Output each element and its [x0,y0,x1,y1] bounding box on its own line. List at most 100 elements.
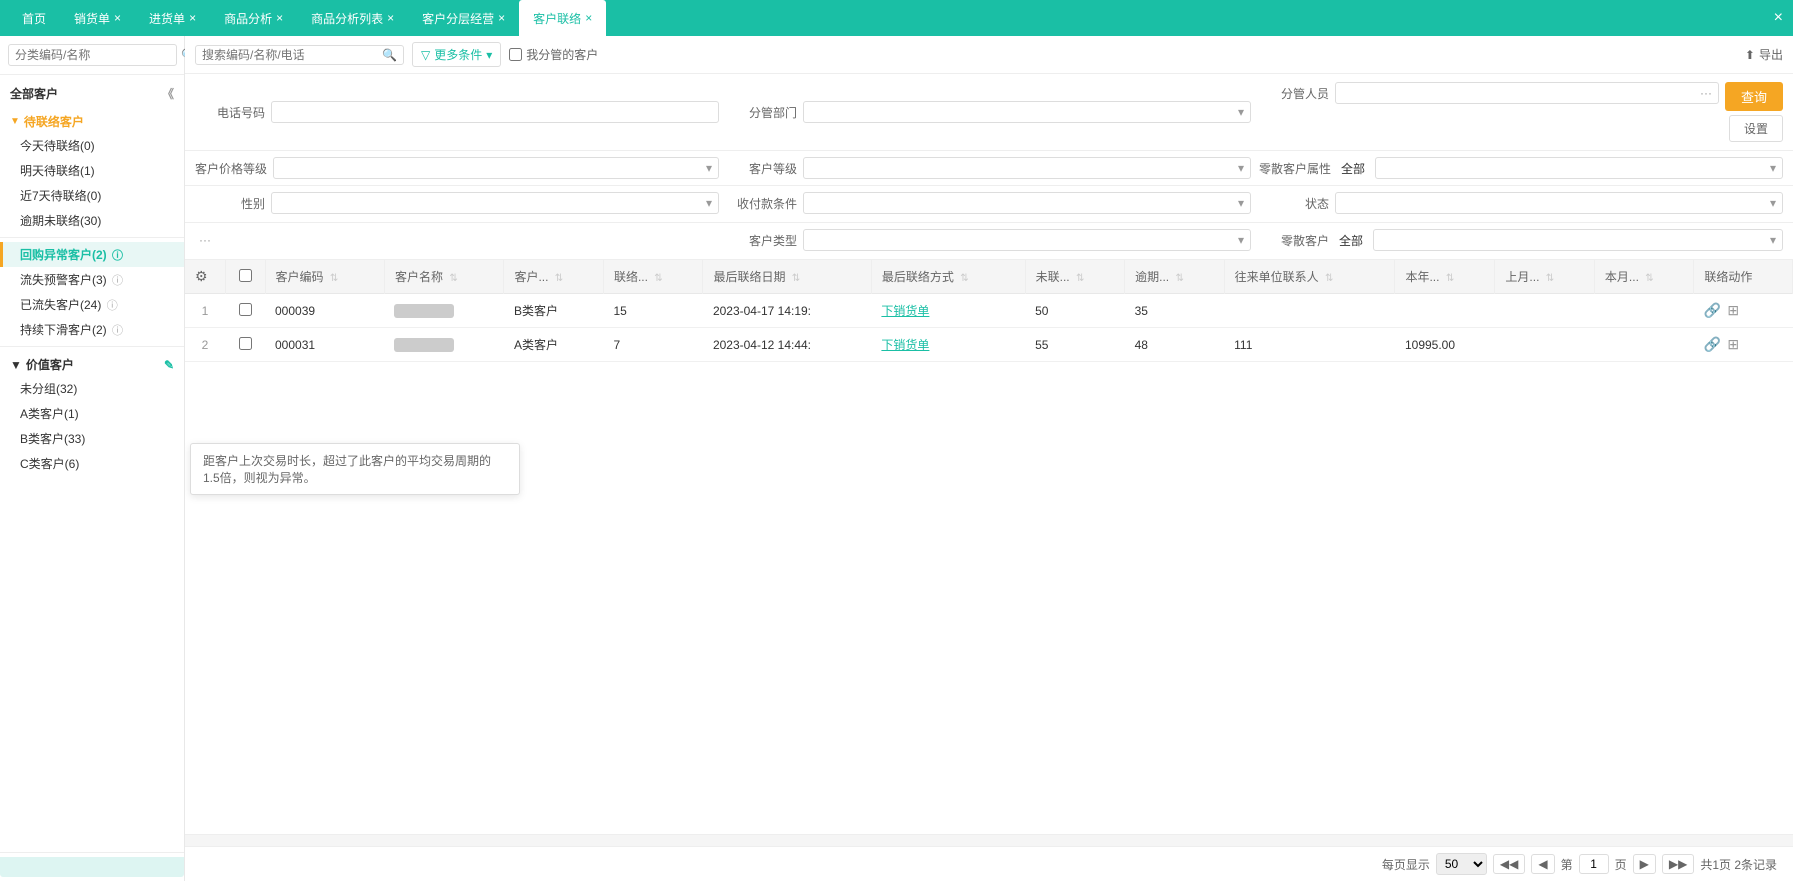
ellipsis-icon[interactable]: ··· [199,233,211,247]
col-this-month-label: 本月... [1605,270,1639,284]
sidebar-item-today[interactable]: 今天待联络(0) [0,133,184,158]
row1-link-icon[interactable]: 🔗 [1704,302,1721,319]
per-page-select[interactable]: 50 20 100 [1436,853,1487,875]
sidebar-item-ungroupe[interactable]: 未分组(32) [0,376,184,401]
status-label: 状态 [1259,195,1329,212]
filter-department: 分管部门 ▾ [727,82,1251,142]
row2-this-month [1594,328,1694,362]
price-level-select[interactable]: ▾ [273,157,719,179]
row1-grid-icon[interactable]: ⊞ [1727,302,1739,319]
nav-product-analysis[interactable]: 商品分析 × [210,0,297,36]
sidebar-item-declining[interactable]: 持续下滑客户(2) ⓘ [0,317,184,342]
sidebar-item-repurchase-abnormal[interactable]: 回购异常客户(2) ⓘ [0,242,184,267]
more-conditions-btn[interactable]: ▽ 更多条件 ▾ [412,42,501,67]
retail-customer-arrow: ▾ [1770,233,1776,247]
row2-last-method: 下销货单 [871,328,1025,362]
sidebar-item-tomorrow[interactable]: 明天待联络(1) [0,158,184,183]
col-contact-count: 联络... ⇅ [603,260,703,294]
nav-close-customer-contact[interactable]: × [585,11,592,25]
search-input[interactable] [202,48,382,62]
nav-close-sales[interactable]: × [114,11,121,25]
status-select[interactable]: ▾ [1335,192,1783,214]
window-close-button[interactable]: × [1774,9,1783,27]
nav-customer-layered[interactable]: 客户分层经营 × [408,0,519,36]
department-select[interactable]: ▾ [803,101,1251,123]
gender-select[interactable]: ▾ [271,192,719,214]
manager-select[interactable]: ··· [1335,82,1719,104]
phone-input[interactable] [271,101,719,123]
col-this-month-sort[interactable]: ⇅ [1645,273,1653,284]
retail-attr-select[interactable]: ▾ [1375,157,1783,179]
row1-last-month [1495,294,1595,328]
col-unit-contacts-sort[interactable]: ⇅ [1325,273,1333,284]
col-name-sort[interactable]: ⇅ [449,273,457,284]
manager-ellipsis[interactable]: ··· [1700,86,1712,100]
nav-purchase-order[interactable]: 进货单 × [135,0,210,36]
payment-select[interactable]: ▾ [803,192,1251,214]
col-last-month-sort[interactable]: ⇅ [1546,273,1554,284]
col-year-sort[interactable]: ⇅ [1446,273,1454,284]
prev-page-button[interactable]: ◀ [1531,854,1554,874]
nav-product-analysis-list[interactable]: 商品分析列表 × [297,0,408,36]
row2-uncontacted: 55 [1025,328,1125,362]
filter-action-buttons: 查询 设置 [1725,82,1783,142]
retail-customer-select[interactable]: ▾ [1373,229,1783,251]
row1-checkbox[interactable] [239,303,252,316]
horizontal-scrollbar[interactable] [185,834,1793,846]
col-overdue-label: 逾期... [1135,270,1169,284]
nav-customer-contact[interactable]: 客户联络 × [519,0,606,36]
col-last-method-sort[interactable]: ⇅ [960,273,968,284]
last-page-button[interactable]: ▶▶ [1662,854,1694,874]
row2-link-icon[interactable]: 🔗 [1704,336,1721,353]
col-code-sort[interactable]: ⇅ [330,273,338,284]
sidebar-group-value[interactable]: ▼ 价值客户 ✎ [0,351,184,376]
sidebar-item-churned[interactable]: 已流失客户(24) ⓘ [0,292,184,317]
sidebar-collapse-icon[interactable]: 《 [162,85,174,102]
sidebar-edit-icon[interactable]: ✎ [164,358,174,372]
filter-row1: 电话号码 分管部门 ▾ 分管人员 ··· 查询 设置 [185,74,1793,151]
sidebar-group-pending[interactable]: ▼ 待联络客户 [0,108,184,133]
row-index-2: 2 [185,328,225,362]
row1-last-date: 2023-04-17 14:19: [703,294,871,328]
row2-method-link[interactable]: 下销货单 [881,338,929,352]
query-button[interactable]: 查询 [1725,82,1783,111]
col-type: 客户... ⇅ [504,260,604,294]
col-uncontacted-sort[interactable]: ⇅ [1076,273,1084,284]
sidebar-item-class-b[interactable]: B类客户(33) [0,426,184,451]
phone-label: 电话号码 [195,104,265,121]
sidebar-item-class-a[interactable]: A类客户(1) [0,401,184,426]
customer-type-select[interactable]: ▾ [803,229,1251,251]
sidebar-item-churn-warning[interactable]: 流失预警客户(3) ⓘ [0,267,184,292]
nav-close-product-list[interactable]: × [387,11,394,25]
settings-button[interactable]: 设置 [1729,115,1783,142]
sidebar-search-input[interactable] [8,44,177,66]
nav-close-purchase[interactable]: × [189,11,196,25]
nav-home[interactable]: 首页 [8,0,60,36]
my-customer-checkbox[interactable] [509,48,522,61]
col-type-sort[interactable]: ⇅ [555,273,563,284]
next-page-button[interactable]: ▶ [1633,854,1656,874]
row2-checkbox[interactable] [239,337,252,350]
search-icon[interactable]: 🔍 [382,48,397,62]
sidebar-item-overdue[interactable]: 逾期未联络(30) [0,208,184,233]
customer-level-select[interactable]: ▾ [803,157,1251,179]
nav-close-product-analysis[interactable]: × [276,11,283,25]
sidebar-item-7days[interactable]: 近7天待联络(0) [0,183,184,208]
page-total: 共1页 2条记录 [1700,856,1777,873]
col-last-date-sort[interactable]: ⇅ [792,273,800,284]
filter-price-level: 客户价格等级 ▾ [195,157,719,179]
page-suffix: 页 [1615,856,1627,873]
row2-grid-icon[interactable]: ⊞ [1727,336,1739,353]
nav-sales-order[interactable]: 销货单 × [60,0,135,36]
table-settings-button[interactable]: ⚙ [195,268,208,285]
first-page-button[interactable]: ◀◀ [1493,854,1525,874]
page-number-input[interactable] [1579,854,1609,874]
select-all-checkbox[interactable] [239,269,252,282]
col-overdue-sort[interactable]: ⇅ [1175,273,1183,284]
col-contact-count-sort[interactable]: ⇅ [654,273,662,284]
nav-close-customer-layered[interactable]: × [498,11,505,25]
row1-method-link[interactable]: 下销货单 [881,304,929,318]
export-button[interactable]: ⬆ 导出 [1745,46,1783,63]
sidebar-item-class-c[interactable]: C类客户(6) [0,451,184,476]
col-last-month: 上月... ⇅ [1495,260,1595,294]
